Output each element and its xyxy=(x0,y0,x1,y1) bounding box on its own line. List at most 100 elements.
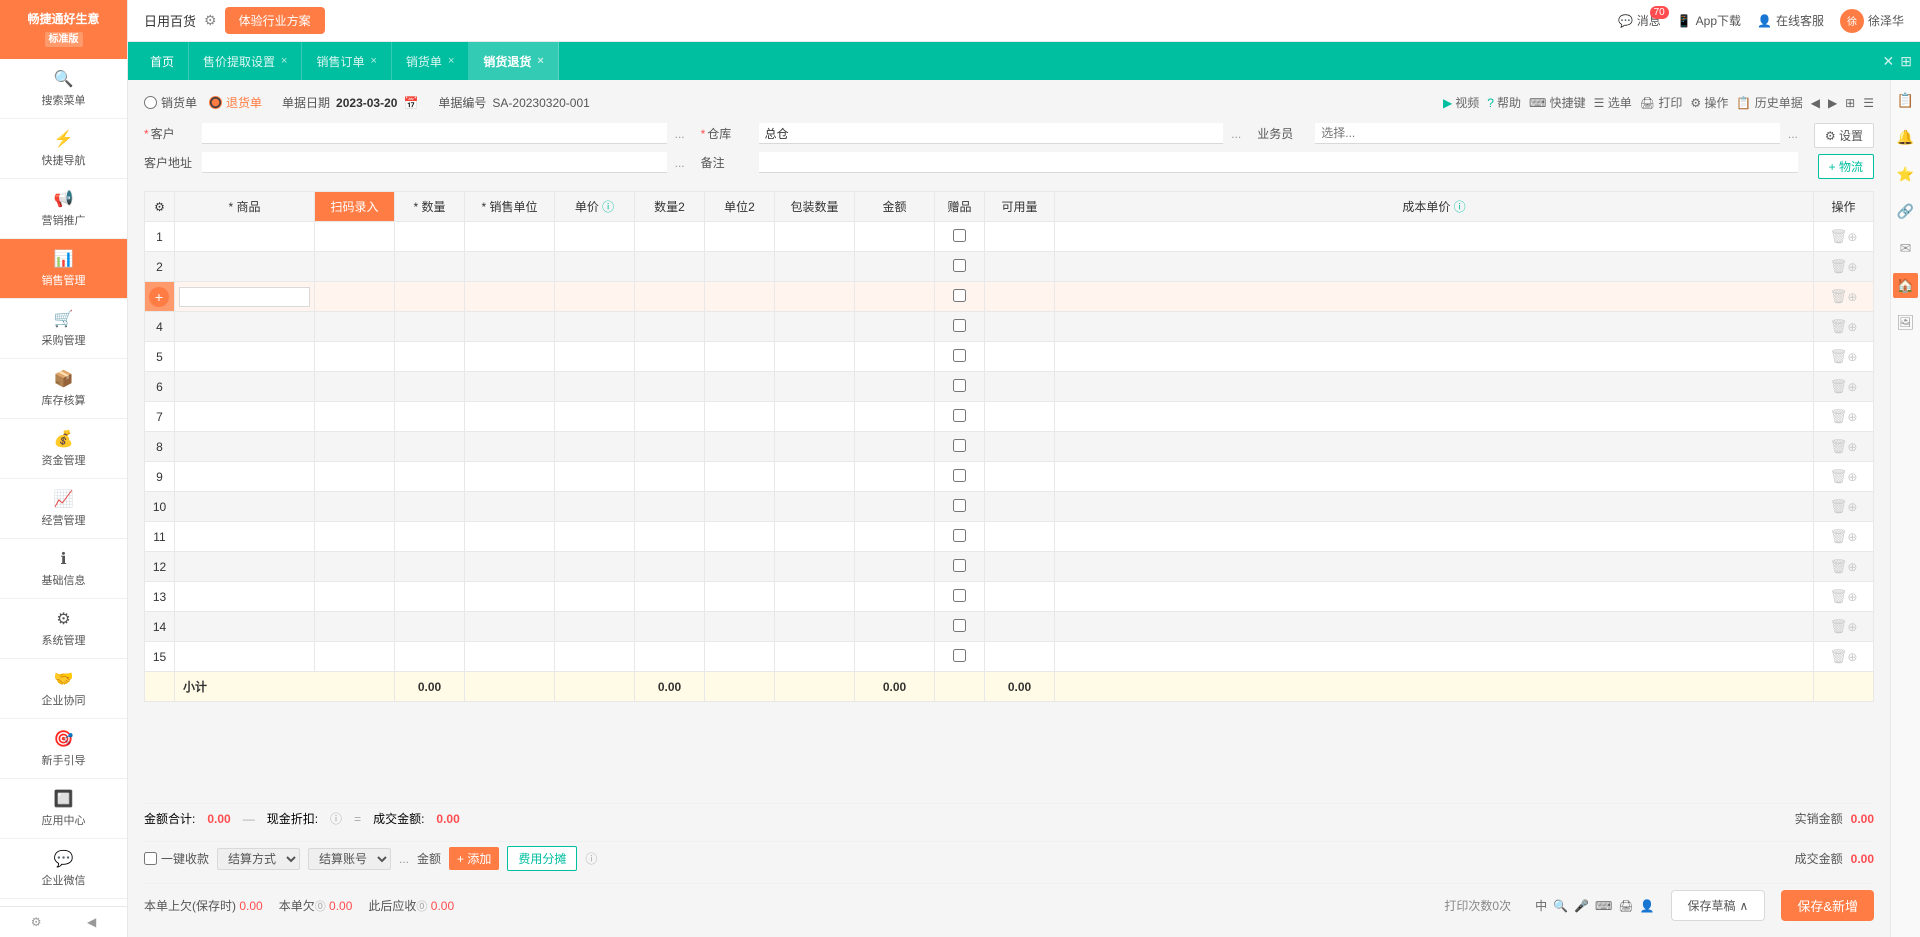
sidebar-item-13[interactable]: 💬企业微信 xyxy=(0,839,127,899)
sidebar-item-7[interactable]: 📈经营管理 xyxy=(0,479,127,539)
toolbar-icon6[interactable]: 👤 xyxy=(1640,899,1655,913)
copy-icon[interactable]: ⊕ xyxy=(1847,410,1857,424)
print-btn[interactable]: 🖨 打印 xyxy=(1640,94,1683,111)
fenpai-info[interactable]: ⓘ xyxy=(585,850,597,867)
one-click-payment[interactable]: 一键收款 xyxy=(144,850,209,867)
product-cell[interactable] xyxy=(175,552,315,582)
tab-home[interactable]: 首页 xyxy=(136,42,189,80)
toolbar-icon3[interactable]: 🎤 xyxy=(1574,899,1589,913)
radio-sales[interactable]: 销货单 xyxy=(144,94,197,111)
product-cell[interactable] xyxy=(175,432,315,462)
right-icon-mail[interactable]: ✉ xyxy=(1896,236,1916,261)
expand-icon[interactable]: ⊞ xyxy=(1900,53,1912,70)
note-input[interactable] xyxy=(759,152,1798,173)
delete-icon[interactable]: 🗑 xyxy=(1830,468,1848,484)
view-table-btn[interactable]: ⊞ xyxy=(1845,96,1855,110)
th-gear[interactable]: ⚙ xyxy=(145,192,175,222)
tab-price-extract[interactable]: 售价提取设置 × xyxy=(189,42,302,80)
toolbar-icon1[interactable]: 中 xyxy=(1535,897,1547,914)
copy-icon[interactable]: ⊕ xyxy=(1847,530,1857,544)
product-cell[interactable] xyxy=(175,402,315,432)
save-draft-btn[interactable]: 保存草稿 ∧ xyxy=(1671,890,1766,921)
sidebar-item-5[interactable]: 📦库存核算 xyxy=(0,359,127,419)
history-btn[interactable]: 📋 历史单据 xyxy=(1736,94,1802,111)
salesperson-picker[interactable]: ... xyxy=(1788,127,1798,141)
toolbar-icon4[interactable]: ⌨ xyxy=(1595,899,1612,913)
experience-btn[interactable]: 体验行业方案 xyxy=(225,7,325,34)
delete-icon[interactable]: 🗑 xyxy=(1830,288,1848,304)
online-service-btn[interactable]: 👤 在线客服 xyxy=(1757,12,1824,29)
sidebar-item-9[interactable]: ⚙系统管理 xyxy=(0,599,127,659)
sidebar-item-3[interactable]: 📊销售管理 xyxy=(0,239,127,299)
shortcut-btn[interactable]: ⌨ 快捷键 xyxy=(1529,94,1586,111)
product-cell[interactable] xyxy=(175,222,315,252)
sidebar-item-12[interactable]: 🔲应用中心 xyxy=(0,779,127,839)
address-picker[interactable]: ... xyxy=(675,156,685,170)
close-all-icon[interactable]: ✕ xyxy=(1883,53,1895,70)
toolbar-icon5[interactable]: 🖨 xyxy=(1618,899,1633,913)
sidebar-item-11[interactable]: 🎯新手引导 xyxy=(0,719,127,779)
toolbar-icon2[interactable]: 🔍 xyxy=(1553,899,1568,913)
delete-icon[interactable]: 🗑 xyxy=(1830,528,1848,544)
app-download-btn[interactable]: 📱 App下载 xyxy=(1677,12,1741,29)
product-cell[interactable] xyxy=(175,492,315,522)
warehouse-input[interactable] xyxy=(759,123,1224,144)
copy-icon[interactable]: ⊕ xyxy=(1847,590,1857,604)
delete-icon[interactable]: 🗑 xyxy=(1830,648,1848,664)
delete-icon[interactable]: 🗑 xyxy=(1830,378,1848,394)
calc-method-select[interactable]: 结算方式 xyxy=(217,848,300,870)
add-payment-btn[interactable]: + 添加 xyxy=(449,847,499,870)
product-cell[interactable] xyxy=(175,462,315,492)
tab-sales-order[interactable]: 销售订单 × xyxy=(302,42,391,80)
copy-icon[interactable]: ⊕ xyxy=(1847,620,1857,634)
copy-icon[interactable]: ⊕ xyxy=(1847,440,1857,454)
delete-icon[interactable]: 🗑 xyxy=(1830,258,1848,274)
delete-icon[interactable]: 🗑 xyxy=(1830,228,1848,244)
sidebar-item-0[interactable]: 🔍搜索菜单 xyxy=(0,59,127,119)
video-btn[interactable]: ▶ 视频 xyxy=(1443,94,1479,111)
right-icon-bell[interactable]: 🔔 xyxy=(1893,125,1918,150)
right-icon-home[interactable]: 🏠 xyxy=(1893,273,1918,298)
right-icon-table[interactable]: 📋 xyxy=(1893,88,1918,113)
sidebar-item-2[interactable]: 📢营销推广 xyxy=(0,179,127,239)
product-cell[interactable] xyxy=(175,372,315,402)
save-new-btn[interactable]: 保存&新增 xyxy=(1781,890,1874,921)
message-badge[interactable]: 💬 消息 70 xyxy=(1618,12,1660,29)
product-cell[interactable] xyxy=(175,612,315,642)
delete-icon[interactable]: 🗑 xyxy=(1830,408,1848,424)
salesperson-input[interactable] xyxy=(1315,123,1780,144)
user-avatar[interactable]: 徐 徐泽华 xyxy=(1840,9,1904,33)
customer-input[interactable] xyxy=(202,123,667,144)
discount-info[interactable]: ⓘ xyxy=(330,810,342,827)
copy-icon[interactable]: ⊕ xyxy=(1847,290,1857,304)
operation-btn[interactable]: ⚙ 操作 xyxy=(1690,94,1728,111)
copy-icon[interactable]: ⊕ xyxy=(1847,230,1857,244)
add-logistics-btn[interactable]: + 物流 xyxy=(1818,154,1874,179)
product-cell[interactable] xyxy=(175,522,315,552)
copy-icon[interactable]: ⊕ xyxy=(1847,260,1857,274)
prev-record-btn[interactable]: ◀ xyxy=(1811,96,1820,110)
tab-sales-return[interactable]: 销货退货 × xyxy=(469,42,558,80)
delete-icon[interactable]: 🗑 xyxy=(1830,318,1848,334)
product-cell[interactable] xyxy=(175,582,315,612)
account-select[interactable]: 结算账号 xyxy=(308,848,391,870)
th-scan[interactable]: 扫码录入 xyxy=(315,192,395,222)
copy-icon[interactable]: ⊕ xyxy=(1847,500,1857,514)
address-input[interactable] xyxy=(202,152,667,173)
calendar-icon[interactable]: 📅 xyxy=(403,96,418,110)
sidebar-item-1[interactable]: ⚡快捷导航 xyxy=(0,119,127,179)
sidebar-item-6[interactable]: 💰资金管理 xyxy=(0,419,127,479)
delete-icon[interactable]: 🗑 xyxy=(1830,588,1848,604)
account-picker[interactable]: ... xyxy=(399,852,409,866)
sidebar-item-14[interactable]: 👑畅会员 xyxy=(0,899,127,906)
copy-icon[interactable]: ⊕ xyxy=(1847,650,1857,664)
delete-icon[interactable]: 🗑 xyxy=(1830,498,1848,514)
copy-icon[interactable]: ⊕ xyxy=(1847,320,1857,334)
select-btn[interactable]: ☰ 选单 xyxy=(1594,94,1632,111)
delete-icon[interactable]: 🗑 xyxy=(1830,438,1848,454)
collapse-icon[interactable]: ◀ xyxy=(87,915,96,929)
topbar-gear-icon[interactable]: ⚙ xyxy=(204,12,217,29)
customer-picker[interactable]: ... xyxy=(675,127,685,141)
copy-icon[interactable]: ⊕ xyxy=(1847,470,1857,484)
delete-icon[interactable]: 🗑 xyxy=(1830,618,1848,634)
